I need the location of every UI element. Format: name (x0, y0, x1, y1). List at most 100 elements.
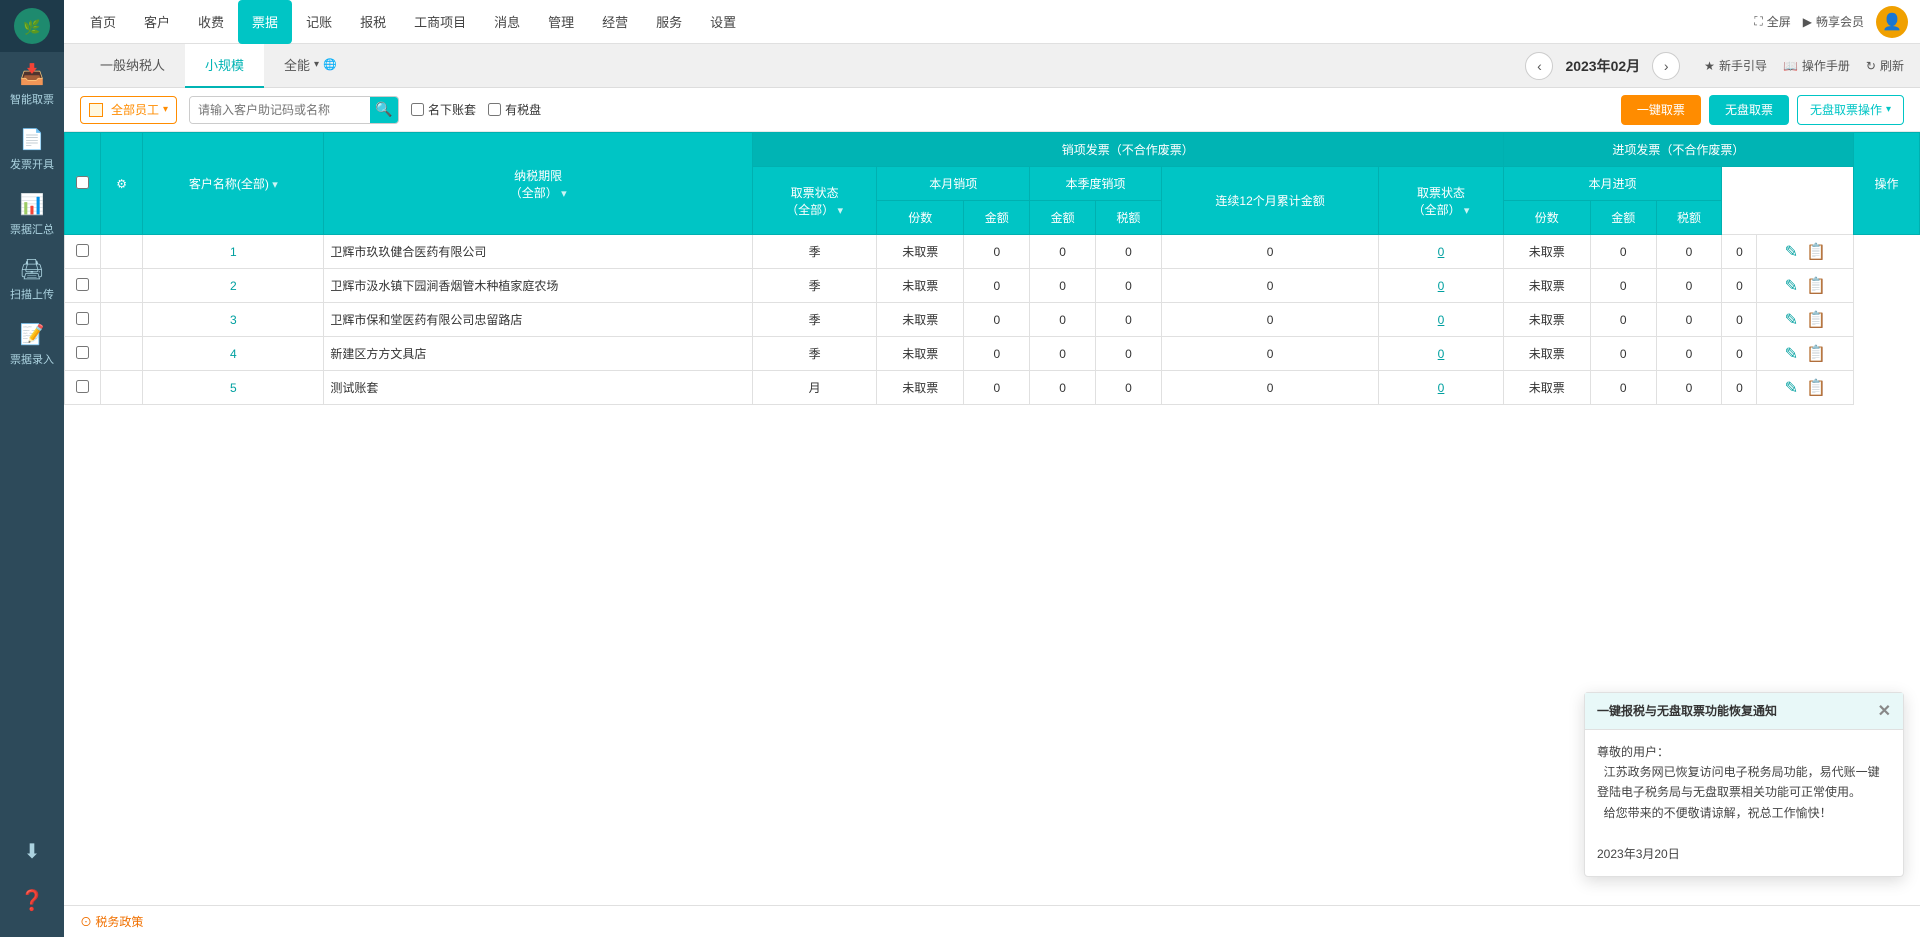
tab-actions: ★ 新手引导 📖 操作手册 ↻ 刷新 (1704, 57, 1904, 74)
th-sales-invoice-group: 销项发票（不合作废票） (752, 133, 1503, 167)
row-sales-quarterly-amount: 0 (1096, 269, 1162, 303)
edit-icon[interactable]: ✎ (1785, 242, 1798, 262)
table-row: 3 卫辉市保和堂医药有限公司忠留路店 季 未取票 0 0 0 0 0 未取票 0… (65, 303, 1920, 337)
member-btn[interactable]: ▶ 畅享会员 (1803, 13, 1864, 30)
sidebar: 🌿 📥 智能取票 📄 发票开具 📊 票据汇总 🖨 扫描上传 📝 票据录入 ⬇ ❓ (0, 0, 64, 937)
refresh-label: 刷新 (1880, 57, 1904, 74)
checkbox-has-tax-disk[interactable]: 有税盘 (488, 101, 541, 118)
row-checkbox[interactable] (76, 312, 89, 325)
nav-service[interactable]: 服务 (642, 0, 696, 44)
row-sales-quarterly-amount: 0 (1096, 371, 1162, 405)
tab-general-taxpayer[interactable]: 一般纳税人 (80, 44, 185, 88)
nav-bookkeeping[interactable]: 记账 (292, 0, 346, 44)
row-sales-monthly-amount: 0 (1030, 337, 1096, 371)
refresh-btn[interactable]: ↻ 刷新 (1866, 57, 1904, 74)
row-input-monthly-count: 0 (1590, 235, 1656, 269)
th-sales-fetch-status: 取票状态（全部） ▾ (752, 167, 876, 235)
no-disk-ops-btn[interactable]: 无盘取票操作 ▾ (1797, 95, 1904, 125)
sidebar-item-smart-fetch[interactable]: 📥 智能取票 (0, 52, 64, 117)
new-guide-icon: ★ (1704, 59, 1715, 73)
row-input-monthly-count: 0 (1590, 269, 1656, 303)
input-status-filter-icon[interactable]: ▾ (1464, 205, 1470, 217)
tab-small-scale[interactable]: 小规模 (185, 44, 264, 88)
manual-label: 操作手册 (1802, 57, 1850, 74)
issue-invoice-icon: 📄 (20, 127, 45, 152)
edit-icon[interactable]: ✎ (1785, 310, 1798, 330)
copy-icon[interactable]: 📋 (1806, 344, 1826, 364)
table-row: 1 卫辉市玖玖健合医药有限公司 季 未取票 0 0 0 0 0 未取票 0 0 … (65, 235, 1920, 269)
nav-settings[interactable]: 设置 (696, 0, 750, 44)
nav-tax[interactable]: 报税 (346, 0, 400, 44)
copy-icon[interactable]: 📋 (1806, 310, 1826, 330)
no-disk-fetch-btn[interactable]: 无盘取票 (1709, 95, 1789, 125)
row-sales-12month[interactable]: 0 (1379, 371, 1503, 405)
nav-billing[interactable]: 收费 (184, 0, 238, 44)
row-checkbox[interactable] (76, 244, 89, 257)
copy-icon[interactable]: 📋 (1806, 276, 1826, 296)
nav-message[interactable]: 消息 (480, 0, 534, 44)
row-sales-12month[interactable]: 0 (1379, 269, 1503, 303)
select-all-checkbox[interactable] (76, 176, 89, 189)
nav-customer[interactable]: 客户 (130, 0, 184, 44)
period-next-btn[interactable]: › (1652, 52, 1680, 80)
tab-all-icon: 🌐 (323, 58, 337, 71)
row-checkbox[interactable] (76, 346, 89, 359)
search-input[interactable] (190, 97, 370, 123)
employee-select[interactable]: 全部员工 ▾ (80, 96, 177, 124)
sidebar-item-data-entry[interactable]: 📝 票据录入 (0, 312, 64, 377)
nav-operation[interactable]: 经营 (588, 0, 642, 44)
row-input-monthly-count: 0 (1590, 371, 1656, 405)
has-tax-disk-checkbox[interactable] (488, 103, 501, 116)
toolbar: 全部员工 ▾ 🔍 名下账套 有税盘 一键取票 无盘取票 无盘取票操作 ▾ (64, 88, 1920, 132)
row-checkbox[interactable] (76, 380, 89, 393)
row-actions-cell: ✎ 📋 (1757, 371, 1854, 405)
nav-home[interactable]: 首页 (76, 0, 130, 44)
copy-icon[interactable]: 📋 (1806, 242, 1826, 262)
edit-icon[interactable]: ✎ (1785, 276, 1798, 296)
customer-filter-icon[interactable]: ▾ (272, 179, 278, 191)
row-input-monthly-tax: 0 (1722, 371, 1757, 405)
th-sales-monthly-amount: 金额 (964, 201, 1030, 235)
table-row: 5 测试账套 月 未取票 0 0 0 0 0 未取票 0 0 0 ✎ 📋 (65, 371, 1920, 405)
nav-invoice[interactable]: 票据 (238, 0, 292, 44)
row-sales-12month[interactable]: 0 (1379, 303, 1503, 337)
period-prev-btn[interactable]: ‹ (1525, 52, 1553, 80)
manual-btn[interactable]: 📖 操作手册 (1783, 57, 1850, 74)
avatar-icon: 👤 (1882, 12, 1902, 32)
one-key-fetch-btn[interactable]: 一键取票 (1621, 95, 1701, 125)
fullscreen-btn[interactable]: ⛶ 全屏 (1754, 13, 1790, 30)
sidebar-item-help[interactable]: ❓ (0, 880, 64, 921)
edit-icon[interactable]: ✎ (1785, 378, 1798, 398)
has-tax-disk-label: 有税盘 (505, 101, 541, 118)
copy-icon[interactable]: 📋 (1806, 378, 1826, 398)
name-account-checkbox[interactable] (411, 103, 424, 116)
row-checkbox[interactable] (76, 278, 89, 291)
row-actions-cell: ✎ 📋 (1757, 303, 1854, 337)
row-sales-12month[interactable]: 0 (1379, 337, 1503, 371)
tax-period-filter-icon[interactable]: ▾ (561, 188, 567, 200)
sidebar-label-data-entry: 票据录入 (10, 351, 54, 367)
sales-status-filter-icon[interactable]: ▾ (838, 205, 844, 217)
nav-manage[interactable]: 管理 (534, 0, 588, 44)
nav-biz-project[interactable]: 工商项目 (400, 0, 480, 44)
tax-policy-link[interactable]: ⊙ 税务政策 (80, 913, 143, 930)
row-sales-12month[interactable]: 0 (1379, 235, 1503, 269)
sidebar-item-issue-invoice[interactable]: 📄 发票开具 (0, 117, 64, 182)
row-config-cell (101, 337, 143, 371)
config-icon[interactable]: ⚙ (116, 177, 127, 191)
new-guide-btn[interactable]: ★ 新手引导 (1704, 57, 1767, 74)
th-checkbox (65, 133, 101, 235)
edit-icon[interactable]: ✎ (1785, 344, 1798, 364)
tab-all[interactable]: 全能 ▾ 🌐 (264, 44, 357, 88)
row-sales-monthly-count: 0 (964, 337, 1030, 371)
row-input-fetch-status: 未取票 (1503, 269, 1590, 303)
sidebar-item-invoice-summary[interactable]: 📊 票据汇总 (0, 182, 64, 247)
sidebar-item-scan-upload[interactable]: 🖨 扫描上传 (0, 247, 64, 312)
notification-close-btn[interactable]: ✕ (1878, 701, 1891, 721)
avatar[interactable]: 👤 (1876, 6, 1908, 38)
search-button[interactable]: 🔍 (370, 96, 398, 124)
sidebar-item-download[interactable]: ⬇ (0, 831, 64, 872)
checkbox-name-account[interactable]: 名下账套 (411, 101, 476, 118)
row-sales-monthly-count: 0 (964, 235, 1030, 269)
help-icon: ❓ (20, 888, 45, 913)
